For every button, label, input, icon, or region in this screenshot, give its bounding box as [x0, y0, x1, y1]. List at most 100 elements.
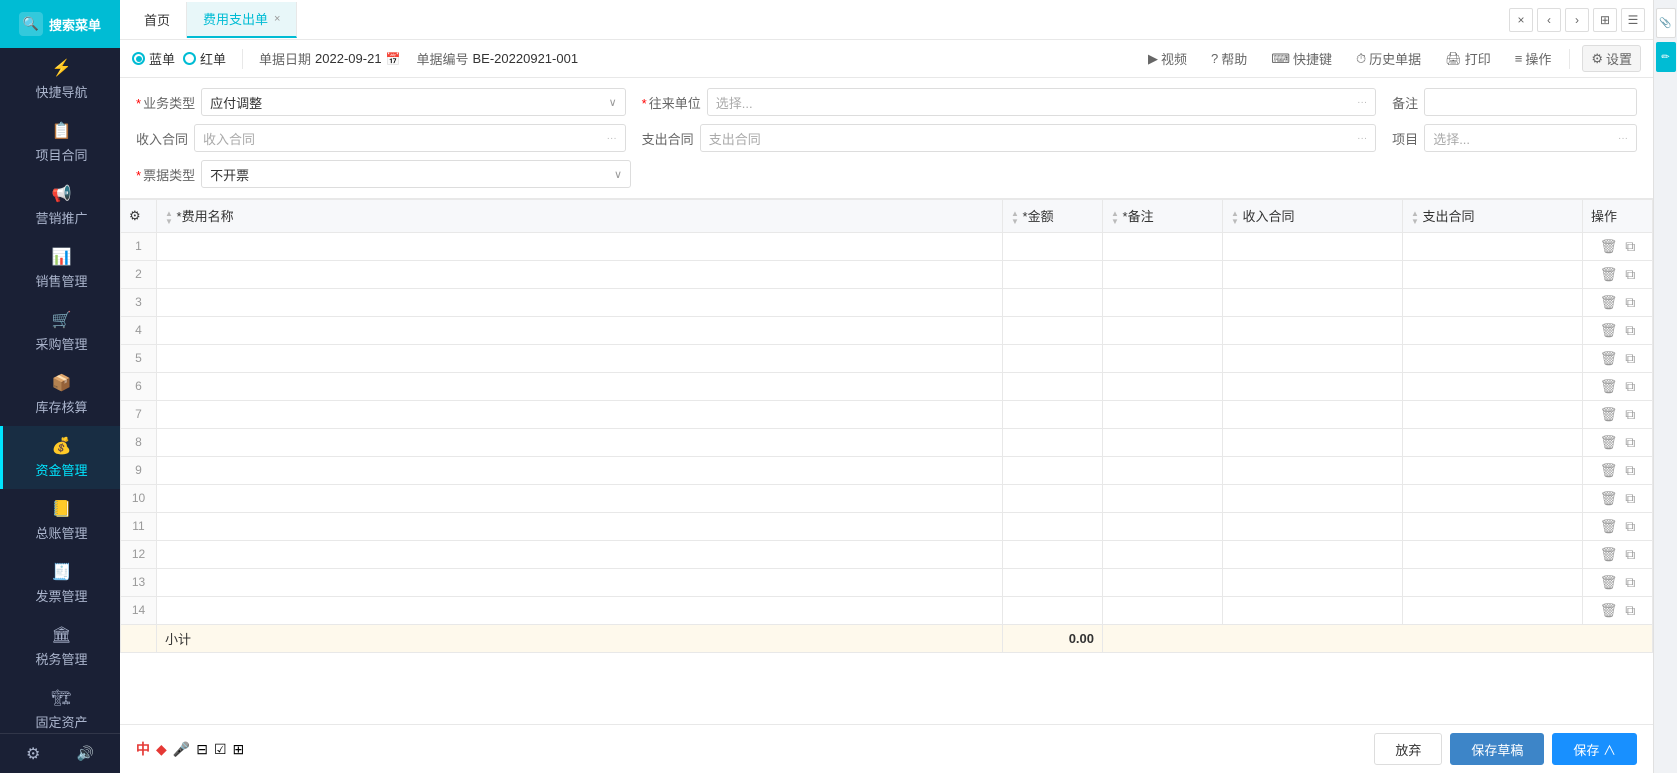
row-expense-contract-7[interactable] — [1403, 400, 1583, 428]
row-copy-btn-13[interactable]: ⧉ — [1623, 572, 1637, 593]
save-draft-button[interactable]: 保存草稿 — [1450, 733, 1544, 765]
row-remark-3[interactable] — [1103, 288, 1223, 316]
sidebar-item-purchase-mgmt[interactable]: 🛒采购管理 — [0, 300, 120, 363]
volume-icon[interactable]: 🔊 — [77, 745, 94, 762]
row-expense-contract-6[interactable] — [1403, 372, 1583, 400]
row-copy-btn-14[interactable]: ⧉ — [1623, 600, 1637, 621]
row-expense-contract-12[interactable] — [1403, 540, 1583, 568]
row-remark-4[interactable] — [1103, 316, 1223, 344]
sidebar-item-marketing[interactable]: 📢营销推广 — [0, 174, 120, 237]
row-delete-btn-8[interactable]: 🗑 — [1598, 432, 1620, 453]
row-amount-3[interactable] — [1003, 288, 1103, 316]
shortcut-btn[interactable]: ⌨ 快捷键 — [1265, 47, 1338, 70]
row-copy-btn-7[interactable]: ⧉ — [1623, 404, 1637, 425]
col-remark[interactable]: ▲▼ *备注 — [1103, 200, 1223, 233]
row-income-contract-11[interactable] — [1223, 512, 1403, 540]
row-expense-name-14[interactable] — [157, 596, 1003, 624]
save-button[interactable]: 保存 ∧ — [1552, 733, 1637, 765]
row-expense-contract-4[interactable] — [1403, 316, 1583, 344]
row-amount-5[interactable] — [1003, 344, 1103, 372]
row-remark-7[interactable] — [1103, 400, 1223, 428]
col-amount[interactable]: ▲▼ *金额 — [1003, 200, 1103, 233]
partner-input[interactable]: 选择... ··· — [707, 88, 1376, 116]
row-remark-14[interactable] — [1103, 596, 1223, 624]
row-copy-btn-8[interactable]: ⧉ — [1623, 432, 1637, 453]
project-input[interactable]: 选择... ··· — [1424, 124, 1637, 152]
row-amount-6[interactable] — [1003, 372, 1103, 400]
row-income-contract-4[interactable] — [1223, 316, 1403, 344]
row-amount-11[interactable] — [1003, 512, 1103, 540]
row-copy-btn-11[interactable]: ⧉ — [1623, 516, 1637, 537]
sidebar-search[interactable]: 🔍 搜索菜单 — [0, 0, 120, 48]
help-btn[interactable]: ? 帮助 — [1205, 47, 1253, 70]
row-delete-btn-11[interactable]: 🗑 — [1598, 516, 1620, 537]
row-amount-4[interactable] — [1003, 316, 1103, 344]
right-action-attach[interactable]: 📎 — [1656, 8, 1676, 38]
row-expense-name-13[interactable] — [157, 568, 1003, 596]
row-income-contract-9[interactable] — [1223, 456, 1403, 484]
row-copy-btn-6[interactable]: ⧉ — [1623, 376, 1637, 397]
row-expense-name-9[interactable] — [157, 456, 1003, 484]
sidebar-item-tax[interactable]: 🏛税务管理 — [0, 615, 120, 678]
row-delete-btn-1[interactable]: 🗑 — [1598, 236, 1620, 257]
col-income-contract[interactable]: ▲▼ 收入合同 — [1223, 200, 1403, 233]
row-amount-2[interactable] — [1003, 260, 1103, 288]
row-delete-btn-12[interactable]: 🗑 — [1598, 544, 1620, 565]
row-delete-btn-13[interactable]: 🗑 — [1598, 572, 1620, 593]
row-remark-11[interactable] — [1103, 512, 1223, 540]
row-income-contract-7[interactable] — [1223, 400, 1403, 428]
row-expense-contract-3[interactable] — [1403, 288, 1583, 316]
row-remark-2[interactable] — [1103, 260, 1223, 288]
row-amount-8[interactable] — [1003, 428, 1103, 456]
row-amount-14[interactable] — [1003, 596, 1103, 624]
sidebar-item-quick-nav[interactable]: ⚡快捷导航 — [0, 48, 120, 111]
remark-input[interactable] — [1424, 88, 1637, 116]
row-income-contract-14[interactable] — [1223, 596, 1403, 624]
row-copy-btn-2[interactable]: ⧉ — [1623, 264, 1637, 285]
row-remark-10[interactable] — [1103, 484, 1223, 512]
row-remark-1[interactable] — [1103, 232, 1223, 260]
sidebar-item-sales-mgmt[interactable]: 📊销售管理 — [0, 237, 120, 300]
row-expense-contract-2[interactable] — [1403, 260, 1583, 288]
row-expense-name-8[interactable] — [157, 428, 1003, 456]
row-expense-contract-9[interactable] — [1403, 456, 1583, 484]
row-expense-contract-8[interactable] — [1403, 428, 1583, 456]
number-value[interactable]: BE-20220921-001 — [473, 51, 579, 66]
row-amount-9[interactable] — [1003, 456, 1103, 484]
row-delete-btn-4[interactable]: 🗑 — [1598, 320, 1620, 341]
row-copy-btn-4[interactable]: ⧉ — [1623, 320, 1637, 341]
row-copy-btn-3[interactable]: ⧉ — [1623, 292, 1637, 313]
row-remark-9[interactable] — [1103, 456, 1223, 484]
row-expense-contract-1[interactable] — [1403, 232, 1583, 260]
tab-expense[interactable]: 费用支出单 × — [187, 2, 297, 38]
row-income-contract-10[interactable] — [1223, 484, 1403, 512]
row-expense-contract-11[interactable] — [1403, 512, 1583, 540]
row-delete-btn-9[interactable]: 🗑 — [1598, 460, 1620, 481]
grid-view-btn[interactable]: ⊞ — [1593, 8, 1617, 32]
row-remark-13[interactable] — [1103, 568, 1223, 596]
settings-btn[interactable]: ⚙ 设置 — [1582, 45, 1641, 72]
row-amount-12[interactable] — [1003, 540, 1103, 568]
blue-bill-radio[interactable]: 蓝单 — [132, 49, 175, 68]
row-expense-contract-10[interactable] — [1403, 484, 1583, 512]
sidebar-item-inventory[interactable]: 📦库存核算 — [0, 363, 120, 426]
row-remark-12[interactable] — [1103, 540, 1223, 568]
col-settings[interactable]: ⚙ — [121, 200, 157, 233]
row-remark-8[interactable] — [1103, 428, 1223, 456]
right-action-main[interactable]: ✏ — [1656, 42, 1676, 72]
list-view-btn[interactable]: ☰ — [1621, 8, 1645, 32]
row-copy-btn-10[interactable]: ⧉ — [1623, 488, 1637, 509]
row-expense-contract-13[interactable] — [1403, 568, 1583, 596]
row-amount-1[interactable] — [1003, 232, 1103, 260]
row-expense-contract-5[interactable] — [1403, 344, 1583, 372]
sidebar-item-project-contract[interactable]: 📋项目合同 — [0, 111, 120, 174]
video-btn[interactable]: ▶ 视频 — [1142, 47, 1193, 70]
expense-contract-input[interactable]: 支出合同 ··· — [700, 124, 1376, 152]
row-delete-btn-3[interactable]: 🗑 — [1598, 292, 1620, 313]
invoice-type-select[interactable]: 不开票 ∨ — [201, 160, 631, 188]
tab-close-icon[interactable]: × — [274, 13, 280, 25]
row-expense-name-2[interactable] — [157, 260, 1003, 288]
history-btn[interactable]: ⏱ 历史单据 — [1350, 47, 1427, 70]
row-amount-13[interactable] — [1003, 568, 1103, 596]
biz-type-select[interactable]: 应付调整 ∨ — [201, 88, 626, 116]
